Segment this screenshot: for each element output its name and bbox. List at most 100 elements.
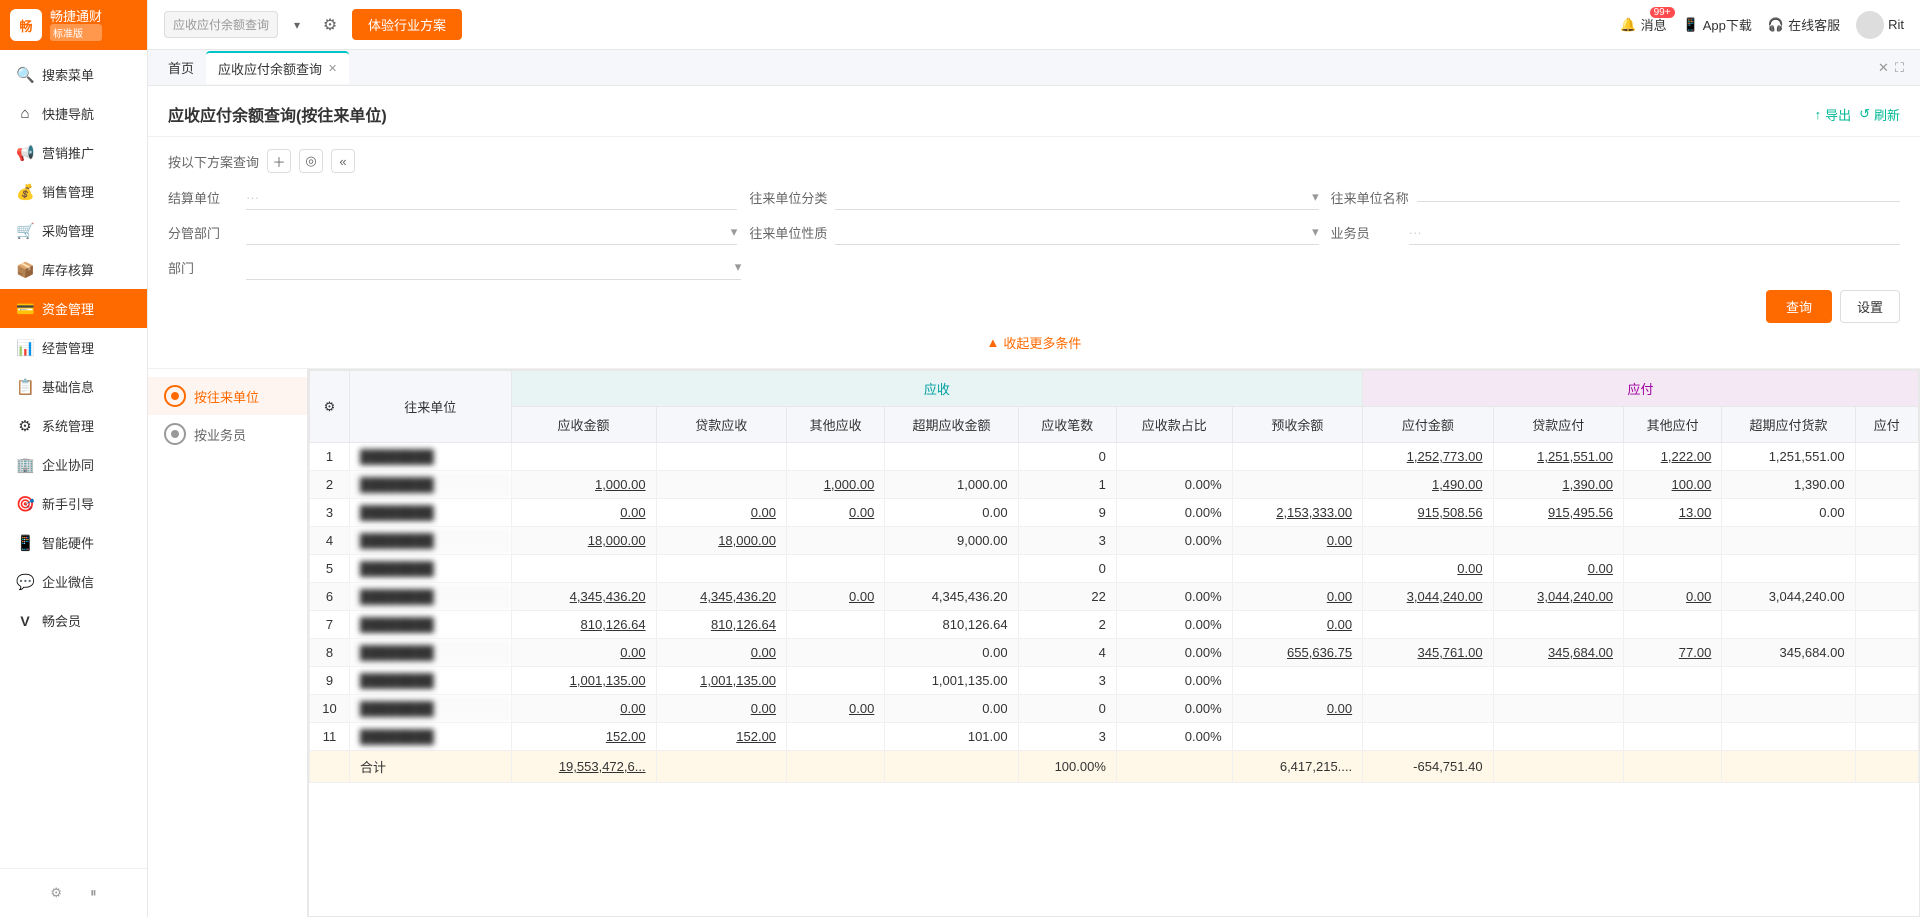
settings-btn[interactable]: 设置 (1840, 290, 1900, 323)
sidebar-item-sales[interactable]: 💰 销售管理 (0, 172, 147, 211)
breadcrumb[interactable]: 应收应付余额查询 (164, 11, 278, 38)
table-cell[interactable] (656, 443, 786, 471)
query-btn[interactable]: 查询 (1766, 290, 1832, 323)
online-service-btn[interactable]: 🎧 在线客服 (1768, 15, 1840, 34)
table-cell[interactable]: 0.00 (656, 499, 786, 527)
export-btn[interactable]: ↑ 导出 (1815, 105, 1852, 124)
window-close-icon[interactable]: ✕ (1878, 60, 1889, 76)
table-cell[interactable]: 77.00 (1624, 639, 1722, 667)
table-cell[interactable]: 100.00 (1624, 471, 1722, 499)
sidebar-item-finance[interactable]: 💳 资金管理 (0, 289, 147, 328)
table-cell[interactable] (511, 443, 656, 471)
target-filter-btn[interactable]: ◎ (299, 149, 323, 173)
table-cell[interactable] (1624, 723, 1722, 751)
table-cell[interactable] (787, 723, 885, 751)
table-cell[interactable]: 1,000.00 (787, 471, 885, 499)
footer-ar-amount[interactable]: 19,553,472,6... (511, 751, 656, 783)
table-cell[interactable] (1624, 527, 1722, 555)
table-cell[interactable]: 0.00 (1363, 555, 1493, 583)
settings-bottom-btn[interactable]: ⚙ (40, 879, 72, 907)
table-cell[interactable]: 810,126.64 (656, 611, 786, 639)
table-cell[interactable]: 0.00 (656, 695, 786, 723)
th-settings[interactable]: ⚙ (310, 371, 350, 443)
table-cell[interactable]: 0.00 (656, 639, 786, 667)
table-cell[interactable]: 1,251,551.00 (1493, 443, 1623, 471)
table-cell[interactable]: 1,390.00 (1493, 471, 1623, 499)
table-cell[interactable] (1493, 527, 1623, 555)
table-cell[interactable]: 0.00 (787, 695, 885, 723)
table-cell[interactable]: 0.00 (1624, 583, 1722, 611)
table-cell[interactable] (1363, 667, 1493, 695)
sidebar-item-wechat[interactable]: 💬 企业微信 (0, 562, 147, 601)
sidebar-item-search[interactable]: 🔍 搜索菜单 (0, 55, 147, 94)
sidebar-item-marketing[interactable]: 📢 营销推广 (0, 133, 147, 172)
table-cell[interactable] (787, 527, 885, 555)
arrow-filter-btn[interactable]: « (331, 149, 355, 173)
table-cell[interactable] (787, 555, 885, 583)
table-cell[interactable]: 345,761.00 (1363, 639, 1493, 667)
window-maximize-icon[interactable]: ⛶ (1895, 60, 1904, 76)
user-btn[interactable]: Rit (1856, 11, 1904, 39)
collapse-btn[interactable]: ▲ 收起更多条件 (987, 329, 1082, 356)
table-cell[interactable]: 0.00 (1232, 611, 1362, 639)
table-cell[interactable] (1493, 667, 1623, 695)
dropdown-btn[interactable]: ▾ (286, 14, 308, 36)
table-cell[interactable]: 1,252,773.00 (1363, 443, 1493, 471)
table-cell[interactable]: 18,000.00 (656, 527, 786, 555)
table-cell[interactable] (656, 555, 786, 583)
table-cell[interactable] (1363, 723, 1493, 751)
table-cell[interactable]: 915,495.56 (1493, 499, 1623, 527)
table-cell[interactable] (1232, 471, 1362, 499)
table-cell[interactable] (1493, 611, 1623, 639)
sidebar-item-member[interactable]: V 畅会员 (0, 601, 147, 640)
table-cell[interactable] (1232, 555, 1362, 583)
refresh-btn[interactable]: ↺ 刷新 (1859, 105, 1900, 124)
table-cell[interactable]: 0.00 (511, 695, 656, 723)
table-cell[interactable] (1624, 611, 1722, 639)
table-cell[interactable] (787, 639, 885, 667)
sidebar-item-system[interactable]: ⚙ 系统管理 (0, 406, 147, 445)
table-cell[interactable] (511, 555, 656, 583)
table-cell[interactable] (1493, 695, 1623, 723)
table-cell[interactable] (787, 611, 885, 639)
table-cell[interactable]: 1,222.00 (1624, 443, 1722, 471)
table-cell[interactable] (656, 471, 786, 499)
table-cell[interactable]: 4,345,436.20 (656, 583, 786, 611)
table-cell[interactable]: 1,000.00 (511, 471, 656, 499)
table-cell[interactable]: 1,001,135.00 (656, 667, 786, 695)
app-download-btn[interactable]: 📱 App下载 (1683, 15, 1752, 34)
table-cell[interactable] (1493, 723, 1623, 751)
table-cell[interactable]: 655,636.75 (1232, 639, 1362, 667)
table-cell[interactable]: 3,044,240.00 (1363, 583, 1493, 611)
table-cell[interactable] (1232, 667, 1362, 695)
table-cell[interactable] (1363, 527, 1493, 555)
table-cell[interactable]: 1,001,135.00 (511, 667, 656, 695)
sidebar-item-operation[interactable]: 📊 经营管理 (0, 328, 147, 367)
table-cell[interactable]: 3,044,240.00 (1493, 583, 1623, 611)
nav-item-by-unit[interactable]: 按往来单位 (148, 377, 307, 415)
table-cell[interactable] (1363, 611, 1493, 639)
sidebar-item-purchase[interactable]: 🛒 采购管理 (0, 211, 147, 250)
nav-item-by-staff[interactable]: 按业务员 (148, 415, 307, 453)
table-cell[interactable]: 2,153,333.00 (1232, 499, 1362, 527)
sidebar-item-inventory[interactable]: 📦 库存核算 (0, 250, 147, 289)
table-cell[interactable]: 810,126.64 (511, 611, 656, 639)
table-cell[interactable]: 18,000.00 (511, 527, 656, 555)
table-cell[interactable] (1624, 667, 1722, 695)
table-cell[interactable] (1232, 723, 1362, 751)
table-cell[interactable]: 13.00 (1624, 499, 1722, 527)
sidebar-item-guide[interactable]: 🎯 新手引导 (0, 484, 147, 523)
table-cell[interactable] (787, 443, 885, 471)
table-cell[interactable]: 345,684.00 (1493, 639, 1623, 667)
table-cell[interactable]: 0.00 (1493, 555, 1623, 583)
tab-home[interactable]: 首页 (156, 52, 206, 83)
table-cell[interactable]: 1,490.00 (1363, 471, 1493, 499)
sidebar-item-hardware[interactable]: 📱 智能硬件 (0, 523, 147, 562)
table-cell[interactable] (1232, 443, 1362, 471)
table-cell[interactable]: 0.00 (1232, 583, 1362, 611)
table-cell[interactable]: 0.00 (787, 499, 885, 527)
table-cell[interactable]: 0.00 (511, 639, 656, 667)
table-cell[interactable]: 0.00 (1232, 527, 1362, 555)
sidebar-item-quick[interactable]: ⌂ 快捷导航 (0, 94, 147, 133)
table-cell[interactable] (1624, 695, 1722, 723)
